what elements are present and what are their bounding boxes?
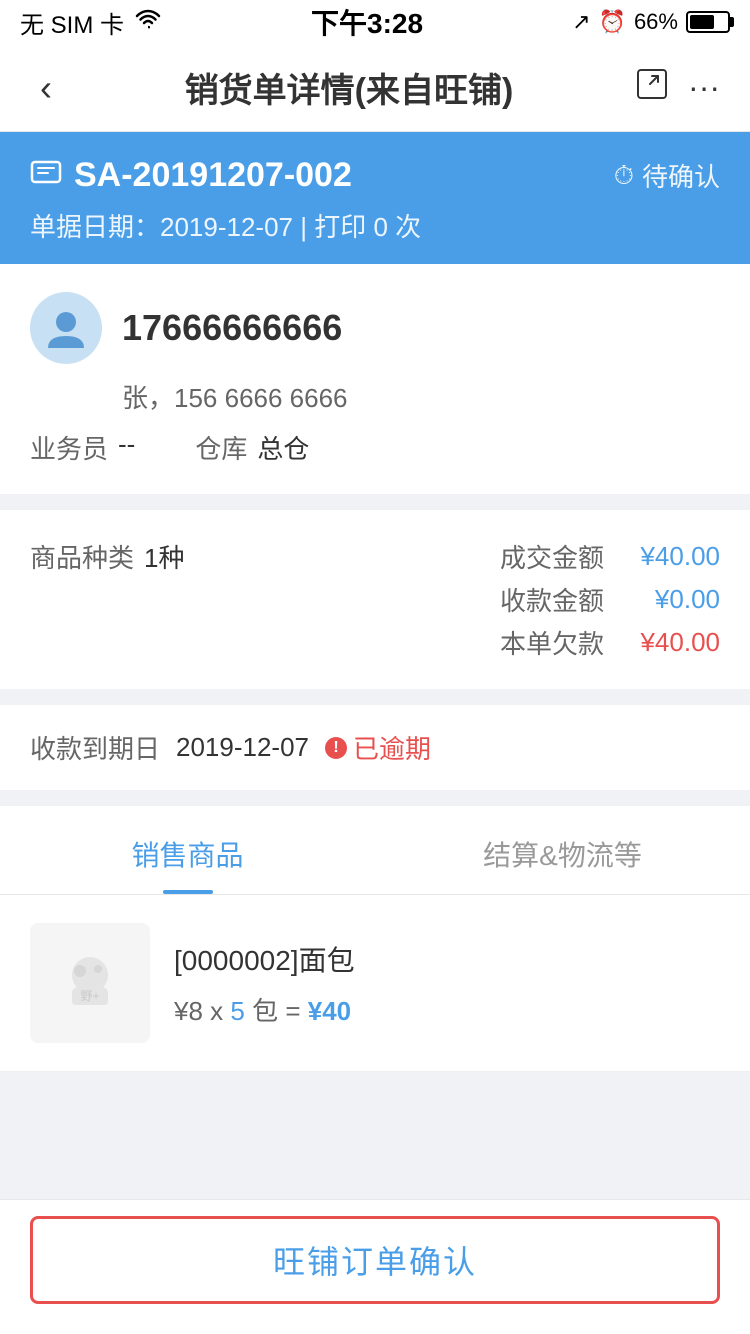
overdue-text: 已逾期 bbox=[353, 729, 431, 766]
order-id: SA-20191207-002 bbox=[30, 156, 352, 195]
clock-icon: ⏱ bbox=[614, 160, 634, 192]
product-qty: 5 bbox=[230, 996, 244, 1026]
amount-summary: 成交金额 ¥40.00 收款金额 ¥0.00 本单欠款 ¥40.00 bbox=[484, 538, 720, 661]
status-right: ↗ ⏰ 66% bbox=[572, 9, 730, 35]
alarm-icon: ⏰ bbox=[599, 9, 626, 35]
customer-top: 17666666666 bbox=[30, 292, 720, 364]
tab-products[interactable]: 销售商品 bbox=[0, 806, 375, 894]
product-info: [0000002]面包 ¥8 x 5 包 = ¥40 bbox=[174, 939, 720, 1028]
confirm-order-button[interactable]: 旺铺订单确认 bbox=[30, 1216, 720, 1304]
product-image: 野+ bbox=[30, 923, 150, 1043]
order-date-line: 单据日期：2019-12-07 | 打印 0 次 bbox=[30, 207, 720, 244]
salesperson-value: -- bbox=[118, 429, 135, 466]
wifi-icon bbox=[134, 8, 162, 37]
owed-amount-row: 本单欠款 ¥40.00 bbox=[484, 624, 720, 661]
owed-amount-label: 本单欠款 bbox=[484, 624, 604, 661]
location-icon: ↗ bbox=[572, 9, 590, 35]
more-button[interactable]: ··· bbox=[688, 69, 720, 106]
deal-amount-row: 成交金额 ¥40.00 bbox=[484, 538, 720, 575]
share-button[interactable] bbox=[636, 68, 668, 108]
battery-text: 66% bbox=[634, 9, 678, 35]
nav-bar: ‹ 销货单详情(来自旺铺) ··· bbox=[0, 44, 750, 132]
product-total: ¥40 bbox=[308, 996, 351, 1026]
received-amount-label: 收款金额 bbox=[484, 581, 604, 618]
due-date-value: 2019-12-07 bbox=[176, 732, 309, 763]
status-bar: 无 SIM 卡 下午3:28 ↗ ⏰ 66% bbox=[0, 0, 750, 44]
tabs-bar: 销售商品 结算&物流等 bbox=[0, 806, 750, 895]
warehouse-value: 总仓 bbox=[257, 429, 309, 466]
customer-phone: 17666666666 bbox=[122, 307, 342, 349]
product-name: [0000002]面包 bbox=[174, 939, 720, 979]
page-title: 销货单详情(来自旺铺) bbox=[185, 63, 514, 112]
product-type-value: 1种 bbox=[144, 538, 184, 575]
avatar bbox=[30, 292, 102, 364]
warehouse-label: 仓库 bbox=[195, 429, 247, 466]
table-row: 野+ [0000002]面包 ¥8 x 5 包 = ¥40 bbox=[0, 895, 750, 1072]
owed-amount-value: ¥40.00 bbox=[620, 627, 720, 658]
carrier-text: 无 SIM 卡 bbox=[20, 5, 124, 40]
customer-card: 17666666666 张，156 6666 6666 业务员 -- 仓库 总仓 bbox=[0, 264, 750, 494]
bottom-bar: 旺铺订单确认 bbox=[0, 1199, 750, 1334]
order-header: SA-20191207-002 ⏱ 待确认 单据日期：2019-12-07 | … bbox=[0, 132, 750, 264]
customer-name: 张，156 6666 6666 bbox=[30, 378, 720, 415]
nav-actions: ··· bbox=[636, 68, 720, 108]
battery-icon bbox=[686, 11, 730, 33]
received-amount-row: 收款金额 ¥0.00 bbox=[484, 581, 720, 618]
deal-amount-value: ¥40.00 bbox=[620, 541, 720, 572]
product-list: 野+ [0000002]面包 ¥8 x 5 包 = ¥40 bbox=[0, 895, 750, 1072]
overdue-icon: ! bbox=[325, 737, 347, 759]
salesperson-label: 业务员 bbox=[30, 429, 108, 466]
tab-settlement[interactable]: 结算&物流等 bbox=[375, 806, 750, 894]
product-price: ¥8 x 5 包 = ¥40 bbox=[174, 991, 720, 1028]
order-header-top: SA-20191207-002 ⏱ 待确认 bbox=[30, 156, 720, 195]
product-type: 商品种类 1种 bbox=[30, 538, 184, 575]
warehouse-field: 仓库 总仓 bbox=[195, 429, 309, 466]
summary-card: 商品种类 1种 成交金额 ¥40.00 收款金额 ¥0.00 本单欠款 ¥40.… bbox=[0, 510, 750, 689]
status-time: 下午3:28 bbox=[311, 2, 423, 42]
customer-meta: 业务员 -- 仓库 总仓 bbox=[30, 429, 720, 466]
order-status: ⏱ 待确认 bbox=[614, 157, 720, 194]
due-date-label: 收款到期日 bbox=[30, 729, 160, 766]
svg-text:野+: 野+ bbox=[80, 989, 99, 1003]
deal-amount-label: 成交金额 bbox=[484, 538, 604, 575]
product-type-label: 商品种类 bbox=[30, 538, 134, 575]
order-icon bbox=[30, 158, 62, 193]
status-left: 无 SIM 卡 bbox=[20, 5, 162, 40]
overdue-badge: ! 已逾期 bbox=[325, 729, 431, 766]
back-button[interactable]: ‹ bbox=[30, 57, 62, 119]
received-amount-value: ¥0.00 bbox=[620, 584, 720, 615]
due-date-card: 收款到期日 2019-12-07 ! 已逾期 bbox=[0, 705, 750, 790]
salesperson-field: 业务员 -- bbox=[30, 429, 135, 466]
